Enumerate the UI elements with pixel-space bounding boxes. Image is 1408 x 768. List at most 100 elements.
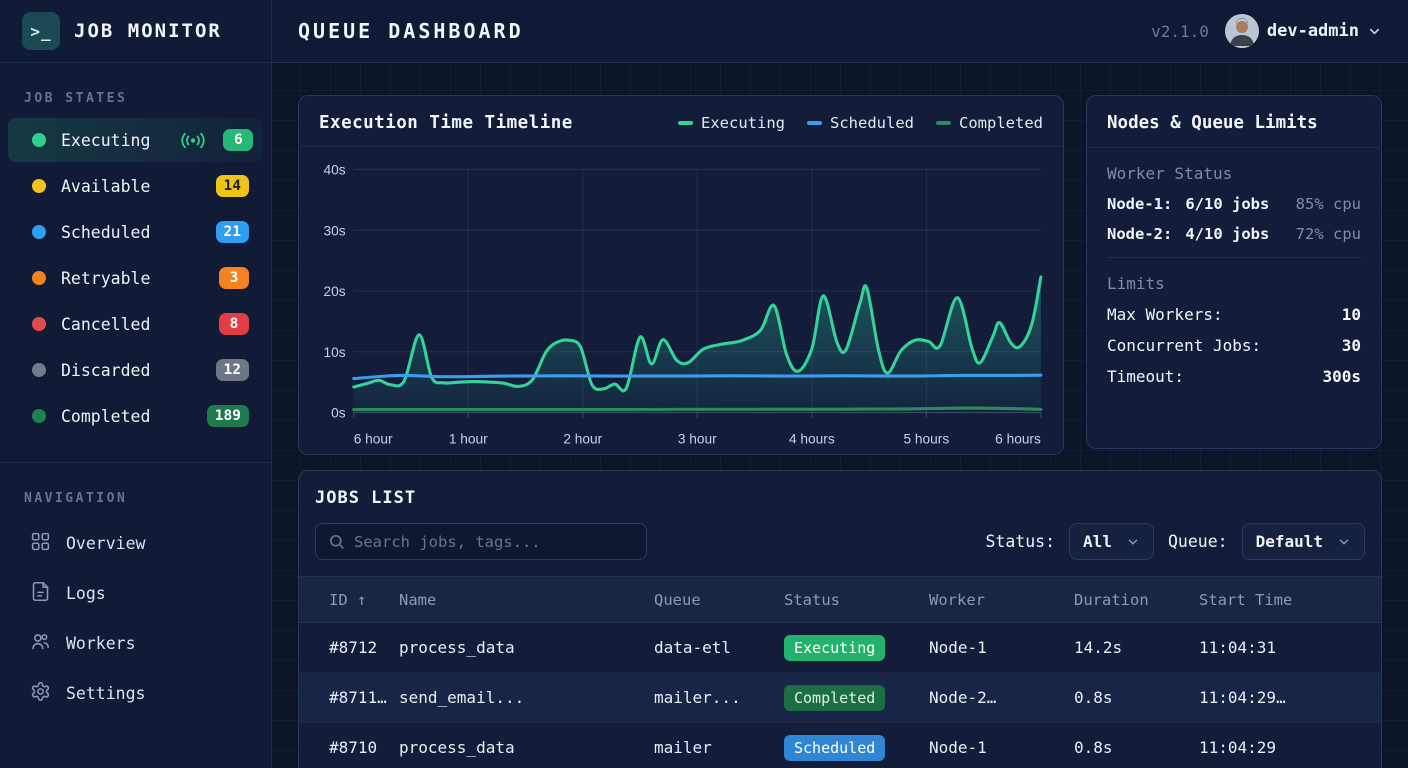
queue-filter-label: Queue: bbox=[1167, 532, 1228, 551]
x-axis-tick: 4 hours bbox=[789, 430, 835, 446]
job-id-text: #8711… bbox=[329, 688, 387, 707]
job-status-cell: Executing bbox=[784, 622, 929, 673]
node-jobs: 6/10 jobs bbox=[1185, 195, 1270, 213]
job-queue-text: mailer bbox=[654, 738, 712, 758]
job-start-time: 11:04:29… bbox=[1199, 672, 1381, 723]
node-cpu: 85% cpu bbox=[1295, 195, 1361, 213]
limit-label: Timeout: bbox=[1107, 367, 1185, 386]
job-queue-text: data-etl bbox=[654, 638, 732, 657]
nav-item-label: Workers bbox=[66, 633, 136, 653]
worker-status-label: Worker Status bbox=[1107, 164, 1233, 183]
nav-item-label: Logs bbox=[66, 583, 106, 603]
legend-item-completed: Completed bbox=[936, 114, 1043, 132]
sidebar-state-retryable[interactable]: Retryable 3 bbox=[8, 256, 263, 300]
job-status-cell: Scheduled bbox=[784, 722, 929, 768]
sidebar-state-available[interactable]: Available 14 bbox=[8, 164, 263, 208]
execution-time-panel: Execution Time Timeline Executing Schedul… bbox=[298, 95, 1064, 455]
state-count-badge: 6 bbox=[223, 129, 254, 151]
sidebar-state-cancelled[interactable]: Cancelled 8 bbox=[8, 302, 263, 346]
state-label: Available bbox=[61, 176, 151, 196]
limit-row: Max Workers: 10 bbox=[1107, 305, 1361, 324]
queue-filter-select[interactable]: Default bbox=[1241, 523, 1365, 560]
limit-label: Max Workers: bbox=[1107, 305, 1223, 324]
state-count-badge: 21 bbox=[215, 221, 249, 243]
sidebar-state-executing[interactable]: Executing 6 bbox=[8, 118, 263, 162]
search-box[interactable] bbox=[315, 523, 647, 560]
table-row[interactable]: #8710 process_data mailer Scheduled Node-1 0.… bbox=[299, 722, 1381, 768]
worker-status-row: Node-2: 4/10 jobs 72% cpu bbox=[1107, 225, 1361, 243]
sidebar-item-workers[interactable]: Workers bbox=[8, 620, 263, 666]
series-line-completed bbox=[352, 406, 1043, 412]
job-name: process_data bbox=[399, 722, 654, 768]
job-duration: 0.8s bbox=[1074, 722, 1199, 768]
sidebar-state-discarded[interactable]: Discarded 12 bbox=[8, 348, 263, 392]
state-count-badge: 14 bbox=[215, 175, 249, 197]
job-worker-text: Node-1 bbox=[929, 638, 987, 657]
column-header-duration[interactable]: Duration bbox=[1074, 576, 1199, 623]
x-axis-tick: 6 hours bbox=[995, 430, 1041, 446]
column-header-start-time[interactable]: Start Time bbox=[1199, 576, 1381, 623]
sidebar: >_ JOB MONITOR JOB STATES Executing 6 Avai… bbox=[0, 0, 272, 768]
state-count-badge: 12 bbox=[215, 359, 249, 381]
legend-dash-icon bbox=[807, 121, 822, 125]
state-label: Scheduled bbox=[61, 222, 151, 242]
sidebar-state-completed[interactable]: Completed 189 bbox=[8, 394, 263, 438]
state-dot-icon bbox=[32, 225, 46, 239]
chevron-down-icon bbox=[1369, 28, 1380, 34]
job-worker: Node-2… bbox=[929, 672, 1074, 723]
sidebar-item-logs[interactable]: Logs bbox=[8, 570, 263, 616]
state-dot-icon bbox=[32, 271, 46, 285]
state-label: Retryable bbox=[61, 268, 151, 288]
job-states-section-label: JOB STATES bbox=[24, 91, 128, 106]
nodes-divider bbox=[1107, 257, 1361, 258]
job-queue: mailer... bbox=[654, 672, 784, 723]
status-badge: Completed bbox=[784, 684, 886, 711]
state-dot-icon bbox=[32, 317, 46, 331]
job-start-time: 11:04:31 bbox=[1199, 622, 1381, 673]
state-dot-icon bbox=[32, 409, 46, 423]
user-menu[interactable]: dev-admin bbox=[1224, 14, 1382, 48]
status-filter-select[interactable]: All bbox=[1069, 523, 1154, 560]
legend-label: Completed bbox=[959, 114, 1043, 132]
sidebar-item-settings[interactable]: Settings bbox=[8, 670, 263, 716]
version-label: v2.1.0 bbox=[1151, 21, 1209, 41]
node-name: Node-1: bbox=[1107, 195, 1173, 213]
x-axis-tick: 5 hours bbox=[903, 430, 949, 446]
node-cpu: 72% cpu bbox=[1295, 225, 1361, 243]
legend-dash-icon bbox=[678, 121, 693, 125]
x-axis-tick: 1 hour bbox=[449, 430, 488, 446]
sidebar-state-scheduled[interactable]: Scheduled 21 bbox=[8, 210, 263, 254]
job-id[interactable]: #8711… bbox=[299, 672, 399, 723]
job-name-text: process_data bbox=[399, 638, 515, 657]
search-input[interactable] bbox=[354, 532, 634, 551]
state-label: Discarded bbox=[61, 360, 151, 380]
terminal-icon: >_ bbox=[22, 12, 60, 50]
table-row[interactable]: #8712 process_data data-etl Executing Node-1… bbox=[299, 622, 1381, 673]
job-start-time: 11:04:29 bbox=[1199, 722, 1381, 768]
state-count-badge: 189 bbox=[206, 405, 249, 427]
table-row[interactable]: #8711… send_email... mailer... Completed Nod… bbox=[299, 672, 1381, 723]
sidebar-item-overview[interactable]: Overview bbox=[8, 520, 263, 566]
job-duration: 0.8s bbox=[1074, 672, 1199, 723]
avatar[interactable] bbox=[1224, 14, 1259, 48]
column-header-label: ID ↑ bbox=[329, 590, 367, 609]
limit-value: 300s bbox=[1322, 367, 1361, 386]
column-header-worker[interactable]: Worker bbox=[929, 576, 1074, 623]
job-worker-text: Node-2… bbox=[929, 688, 997, 707]
chevron-down-icon bbox=[1339, 538, 1349, 545]
page-title: QUEUE DASHBOARD bbox=[298, 19, 524, 43]
job-id[interactable]: #8710 bbox=[299, 722, 399, 768]
status-badge: Scheduled bbox=[784, 734, 886, 761]
node-name: Node-2: bbox=[1107, 225, 1173, 243]
top-header: QUEUE DASHBOARD v2.1.0 dev-admin bbox=[272, 0, 1408, 63]
column-header-queue[interactable]: Queue bbox=[654, 576, 784, 623]
job-id[interactable]: #8712 bbox=[299, 622, 399, 673]
job-duration: 14.2s bbox=[1074, 622, 1199, 673]
column-header-label: Worker bbox=[929, 590, 985, 609]
live-broadcast-icon bbox=[180, 132, 206, 149]
column-header-id[interactable]: ID ↑ bbox=[299, 576, 399, 623]
app-title: JOB MONITOR bbox=[74, 20, 222, 42]
job-id-text: #8710 bbox=[329, 738, 378, 758]
column-header-status[interactable]: Status bbox=[784, 576, 929, 623]
column-header-name[interactable]: Name bbox=[399, 576, 654, 623]
